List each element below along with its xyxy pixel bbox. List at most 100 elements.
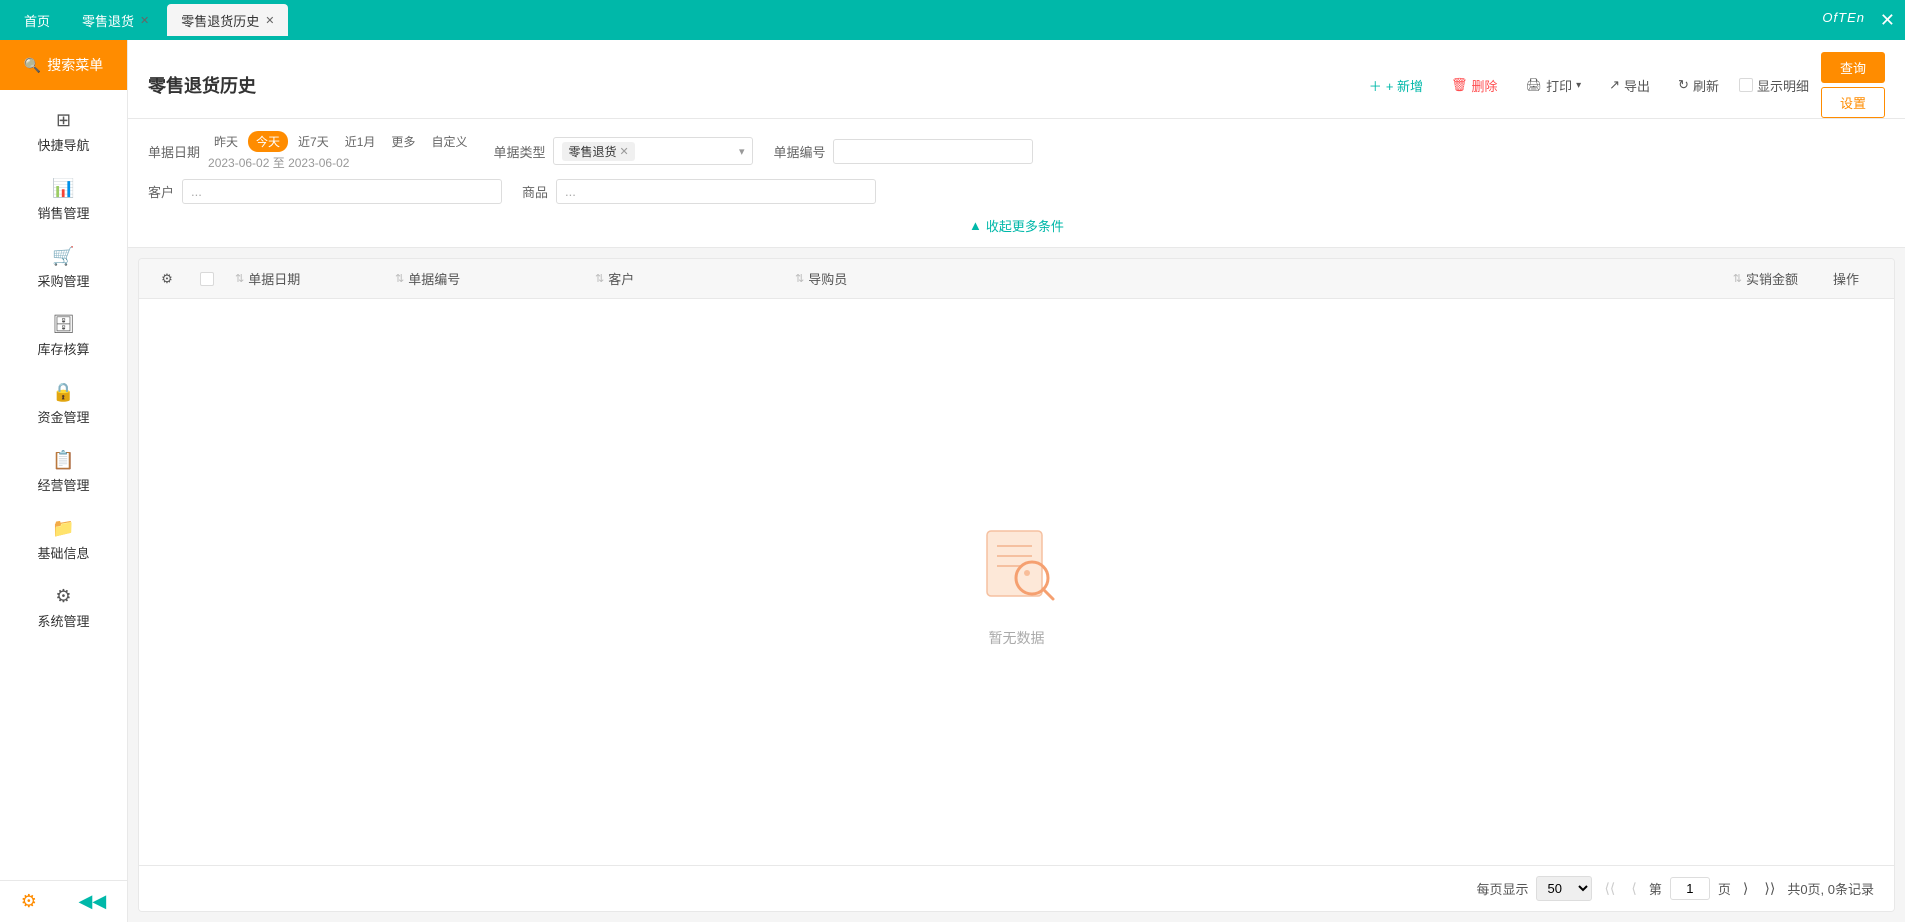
- show-detail-checkbox[interactable]: [1739, 78, 1753, 92]
- tab-retail-return-history-close[interactable]: ✕: [265, 14, 274, 27]
- doc-number-input[interactable]: [833, 139, 1033, 164]
- top-bar: 首页 零售退货 ✕ 零售退货历史 ✕ OfTEn ✕: [0, 0, 1905, 40]
- purchase-icon: 🛒: [52, 246, 74, 267]
- th-date[interactable]: ⇅ 单据日期: [227, 269, 387, 288]
- date-btn-7days[interactable]: 近7天: [292, 131, 335, 152]
- new-button[interactable]: ＋ + 新增: [1361, 72, 1431, 99]
- sidebar-item-basic-info-label: 基础信息: [37, 543, 89, 562]
- date-btn-more[interactable]: 更多: [385, 131, 421, 152]
- goods-input[interactable]: ...: [556, 179, 876, 204]
- doc-number-label: 单据编号: [773, 142, 825, 161]
- window-close-icon[interactable]: ✕: [1880, 10, 1895, 31]
- date-filter: 单据日期 昨天 今天 近7天 近1月 更多 自定义 2023-06-02 至 2…: [148, 131, 473, 171]
- sidebar-item-quick-nav[interactable]: ⊞ 快捷导航: [0, 98, 127, 166]
- page-header: 零售退货历史 ＋ + 新增 🗑 删除 🖨 打印 ▾ ↗ 导出: [128, 40, 1905, 119]
- delete-icon: 🗑: [1451, 77, 1468, 93]
- tab-home-label: 首页: [24, 11, 50, 30]
- page-next-button[interactable]: ⟩: [1739, 878, 1752, 899]
- doc-type-tag-text: 零售退货: [568, 143, 616, 160]
- tab-retail-return-history[interactable]: 零售退货历史 ✕: [167, 4, 288, 36]
- system-icon: ⚙: [55, 586, 71, 607]
- th-amount-label: 实销金额: [1746, 269, 1798, 288]
- inventory-icon: 🗄: [52, 314, 75, 335]
- tab-retail-return[interactable]: 零售退货 ✕: [68, 4, 163, 36]
- new-label: + 新增: [1386, 76, 1423, 95]
- table-body: 暂无数据: [139, 299, 1894, 865]
- page-first-button[interactable]: ⟨⟨: [1600, 878, 1619, 899]
- date-btn-yesterday[interactable]: 昨天: [208, 131, 244, 152]
- settings-bottom-icon[interactable]: ⚙: [21, 891, 37, 912]
- query-button[interactable]: 查询: [1821, 52, 1885, 83]
- sidebar-item-operations[interactable]: 📋 经营管理: [0, 438, 127, 506]
- page-last-button[interactable]: ⟩⟩: [1760, 878, 1779, 899]
- table-header: ⚙ ⇅ 单据日期 ⇅ 单据编号 ⇅ 客户 ⇅: [139, 259, 1894, 299]
- page-label-before: 第: [1649, 879, 1662, 898]
- empty-illustration: [967, 516, 1067, 616]
- page-number-input[interactable]: [1670, 877, 1710, 900]
- tab-retail-return-history-label: 零售退货历史: [181, 11, 259, 30]
- doc-type-select[interactable]: 零售退货 ✕ ▾: [553, 137, 753, 165]
- export-button[interactable]: ↗ 导出: [1601, 72, 1658, 99]
- date-btn-today[interactable]: 今天: [248, 131, 288, 152]
- date-filter-btns: 昨天 今天 近7天 近1月 更多 自定义: [208, 131, 473, 152]
- customer-filter: 客户 ...: [148, 179, 502, 204]
- customer-label: 客户: [148, 182, 174, 201]
- page-label-after: 页: [1718, 879, 1731, 898]
- print-label: 打印: [1546, 76, 1572, 95]
- sidebar-item-inventory[interactable]: 🗄 库存核算: [0, 302, 127, 370]
- brand-watermark: OfTEn: [1822, 10, 1865, 25]
- tab-retail-return-close[interactable]: ✕: [140, 14, 149, 27]
- collapse-button[interactable]: ▲ 收起更多条件: [969, 216, 1064, 235]
- collapse-up-icon: ▲: [969, 218, 982, 233]
- customer-input[interactable]: ...: [182, 179, 502, 204]
- th-number-label: 单据编号: [408, 269, 460, 288]
- doc-type-label: 单据类型: [493, 142, 545, 161]
- sidebar-item-basic-info[interactable]: 📁 基础信息: [0, 506, 127, 574]
- date-range-text: 2023-06-02 至 2023-06-02: [208, 154, 473, 171]
- th-customer[interactable]: ⇅ 客户: [587, 269, 787, 288]
- th-amount[interactable]: ⇅ 实销金额: [987, 269, 1806, 288]
- print-chevron-icon: ▾: [1576, 80, 1581, 91]
- setting-button[interactable]: 设置: [1821, 87, 1885, 118]
- page-title: 零售退货历史: [148, 72, 256, 98]
- collapse-label: 收起更多条件: [986, 216, 1064, 235]
- print-button[interactable]: 🖨 打印 ▾: [1518, 72, 1590, 99]
- goods-dots: ...: [565, 184, 576, 199]
- doc-type-filter: 单据类型 零售退货 ✕ ▾: [493, 137, 753, 165]
- sidebar-search[interactable]: 🔍 搜索菜单: [0, 40, 127, 90]
- th-settings[interactable]: ⚙: [147, 271, 187, 287]
- th-customer-label: 客户: [608, 269, 634, 288]
- basic-info-icon: 📁: [52, 518, 74, 539]
- per-page-select[interactable]: 10 20 50 100: [1536, 876, 1592, 901]
- select-all-checkbox[interactable]: [200, 272, 214, 286]
- page-prev-button[interactable]: ⟨: [1627, 878, 1640, 899]
- sort-number-icon: ⇅: [395, 272, 404, 285]
- per-page-label: 每页显示: [1476, 879, 1528, 898]
- sidebar-search-label: 搜索菜单: [47, 55, 103, 75]
- tab-home[interactable]: 首页: [10, 4, 64, 36]
- search-icon: 🔍: [24, 57, 41, 74]
- pagination-bar: 每页显示 10 20 50 100 ⟨⟨ ⟨ 第 页 ⟩ ⟩⟩ 共0页, 0条记…: [139, 865, 1894, 911]
- sidebar-item-system[interactable]: ⚙ 系统管理: [0, 574, 127, 642]
- th-action: 操作: [1806, 269, 1886, 288]
- show-detail-label: 显示明细: [1757, 76, 1809, 95]
- customer-dots: ...: [191, 184, 202, 199]
- sort-date-icon: ⇅: [235, 272, 244, 285]
- th-checkbox[interactable]: [187, 272, 227, 286]
- show-detail-checkbox-container[interactable]: 显示明细: [1739, 76, 1809, 95]
- th-guide[interactable]: ⇅ 导购员: [787, 269, 987, 288]
- doc-number-filter: 单据编号: [773, 139, 1033, 164]
- th-number[interactable]: ⇅ 单据编号: [387, 269, 587, 288]
- sidebar-item-sales[interactable]: 📊 销售管理: [0, 166, 127, 234]
- refresh-button[interactable]: ↻ 刷新: [1670, 72, 1727, 99]
- volume-bottom-icon[interactable]: ◀◀: [79, 891, 107, 912]
- delete-button[interactable]: 🗑 删除: [1443, 72, 1506, 99]
- doc-type-tag: 零售退货 ✕: [562, 142, 634, 161]
- date-btn-custom[interactable]: 自定义: [425, 131, 473, 152]
- refresh-icon: ↻: [1678, 77, 1689, 93]
- sidebar-item-purchase[interactable]: 🛒 采购管理: [0, 234, 127, 302]
- sidebar-item-finance[interactable]: 🔒 资金管理: [0, 370, 127, 438]
- date-btn-1month[interactable]: 近1月: [339, 131, 382, 152]
- sidebar-item-inventory-label: 库存核算: [37, 339, 89, 358]
- doc-type-tag-remove[interactable]: ✕: [619, 145, 628, 158]
